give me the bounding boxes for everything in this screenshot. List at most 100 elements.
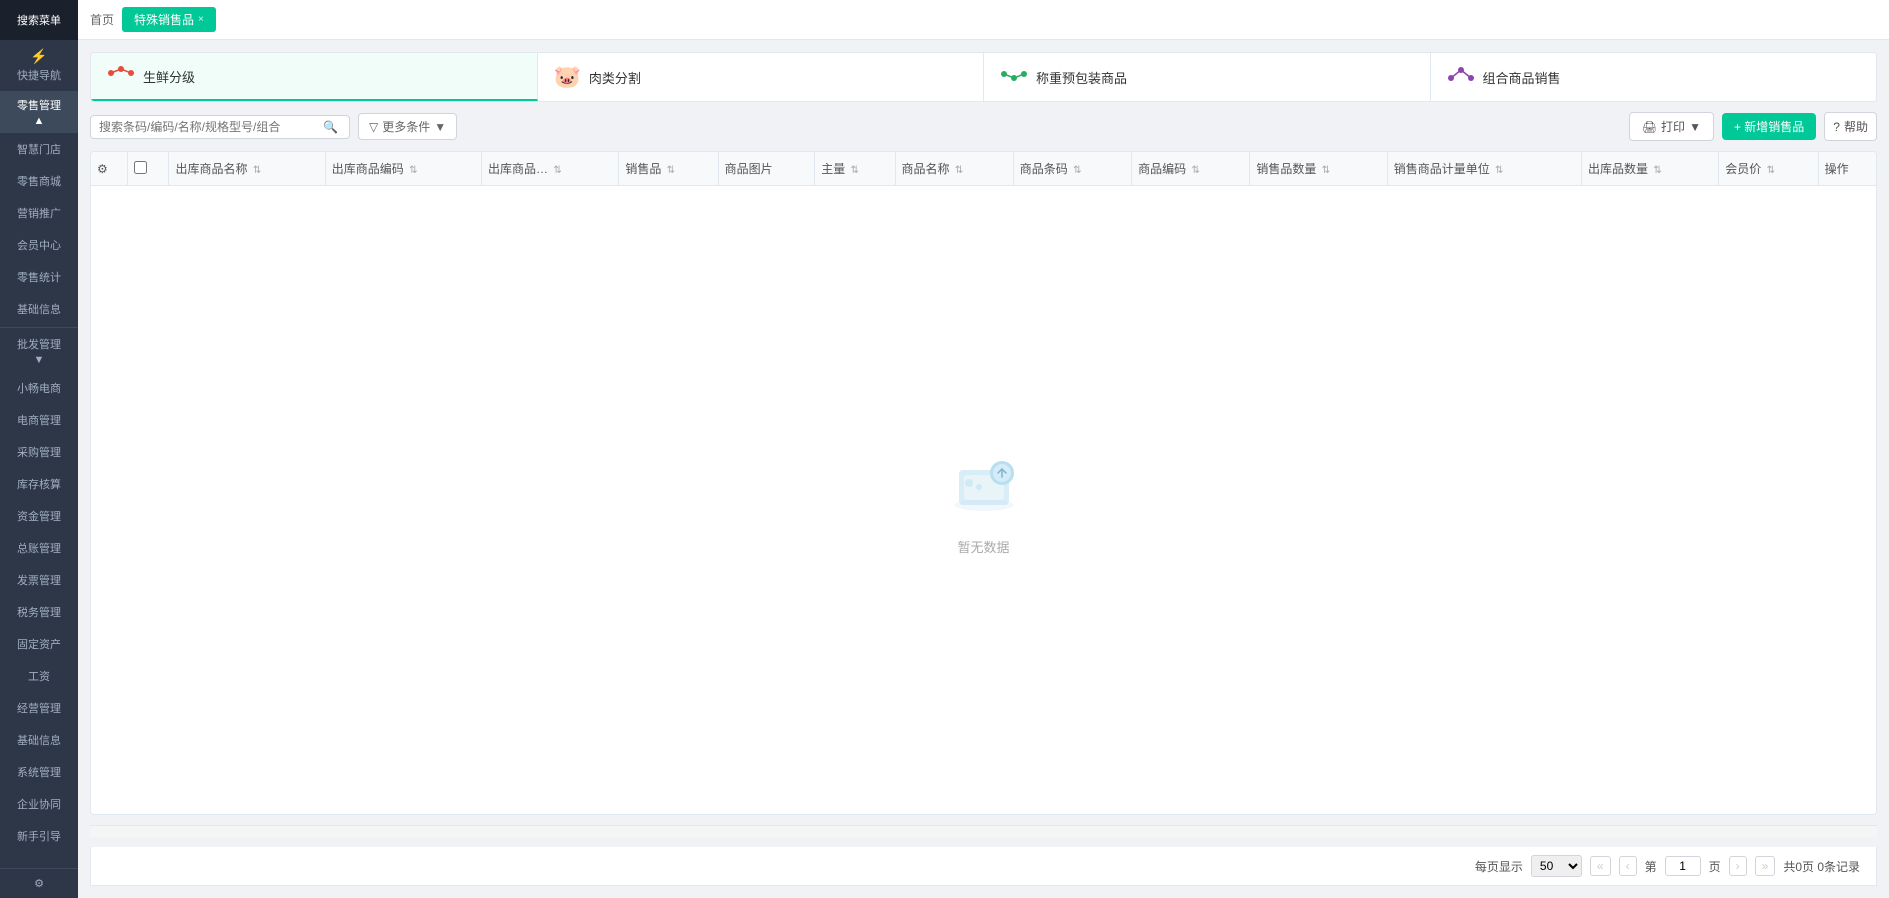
data-table: ⚙ 出库商品名称 ⇅ 出库商品编码 ⇅ [91,152,1876,186]
col-product-code[interactable]: 商品编码 ⇅ [1132,152,1250,186]
scale-prepack-label: 称重预包装商品 [1036,68,1127,87]
sidebar-item-enterprise[interactable]: 企业协同 [0,788,78,820]
col-sales-product-label: 销售品 [625,162,661,176]
sidebar-item-member-center[interactable]: 会员中心 [0,229,78,261]
sidebar-item-retail-mgmt[interactable]: 零售管理 ▲ [0,91,78,133]
sort-product-barcode-icon: ⇅ [1073,165,1081,176]
sidebar-divider-1 [0,327,78,328]
last-page-icon: » [1762,859,1769,873]
last-page-button[interactable]: » [1755,856,1776,876]
sidebar-item-retail-stats[interactable]: 零售统计 [0,261,78,293]
per-page-label: 每页显示 [1475,858,1523,875]
topbar-home[interactable]: 首页 [90,11,114,28]
help-button[interactable]: ? 帮助 [1824,112,1877,141]
select-all-checkbox[interactable] [134,161,147,174]
sidebar-item-finance[interactable]: 资金管理 [0,500,78,532]
page-input[interactable] [1665,856,1701,876]
member-center-label: 会员中心 [17,237,61,253]
empty-text: 暂无数据 [957,537,1009,556]
filter-icon: ▽ [369,120,378,134]
sort-out-product-name-icon: ⇅ [253,165,261,176]
col-operation: 操作 [1818,152,1876,186]
print-button[interactable]: 🖨 打印 ▼ [1629,112,1714,141]
scrollbar-area[interactable] [90,825,1877,837]
help-icon: ? [1833,120,1840,134]
meat-cut-label: 肉类分割 [589,68,641,87]
new-user-label: 新手引导 [17,828,61,844]
sidebar-item-wholesale-mgmt[interactable]: 批发管理 ▼ [0,330,78,372]
per-page-select[interactable]: 50 10 20 100 [1531,855,1582,877]
topbar-tab-label: 特殊销售品 [134,11,194,28]
basic-info2-label: 基础信息 [17,732,61,748]
print-icon: 🖨 [1642,120,1657,134]
tab-card-combo-sales[interactable]: 组合商品销售 [1431,53,1877,101]
first-page-button[interactable]: « [1590,856,1611,876]
next-page-button[interactable]: › [1729,856,1747,876]
col-sales-unit-label: 销售商品计量单位 [1394,162,1490,176]
page-label: 第 [1645,858,1657,875]
topbar-tab-close[interactable]: × [198,14,204,25]
sidebar-item-inventory[interactable]: 库存核算 [0,468,78,500]
sidebar-item-quick-nav[interactable]: ⚡ 快捷导航 [0,40,78,91]
search-input[interactable] [99,120,319,134]
sidebar-item-basic-info[interactable]: 基础信息 [0,293,78,325]
sidebar-item-smart-store[interactable]: 智慧门店 [0,133,78,165]
col-sales-product[interactable]: 销售品 ⇅ [619,152,718,186]
table-container: ⚙ 出库商品名称 ⇅ 出库商品编码 ⇅ [90,151,1877,815]
sidebar-item-purchase-mgmt[interactable]: 采购管理 [0,436,78,468]
col-settings[interactable]: ⚙ [91,152,128,186]
col-member-price[interactable]: 会员价 ⇅ [1719,152,1818,186]
search-icon[interactable]: 🔍 [323,120,338,134]
table-header-row: ⚙ 出库商品名称 ⇅ 出库商品编码 ⇅ [91,152,1876,186]
enterprise-label: 企业协同 [17,796,61,812]
sidebar-item-invoice-mgmt[interactable]: 发票管理 [0,564,78,596]
topbar-active-tab[interactable]: 特殊销售品 × [122,7,216,32]
sidebar-item-general-ledger[interactable]: 总账管理 [0,532,78,564]
sidebar-item-tax-mgmt[interactable]: 税务管理 [0,596,78,628]
sidebar-item-new-user[interactable]: 新手引导 [0,820,78,852]
sidebar-logo[interactable]: 搜索菜单 [0,0,78,40]
sidebar-item-settings[interactable]: ⚙ [0,869,78,898]
tab-card-fresh-grade[interactable]: 生鲜分级 [91,53,538,101]
col-product-name-label: 商品名称 [902,162,950,176]
col-member-price-label: 会员价 [1725,162,1761,176]
sidebar-item-retail-mall[interactable]: 零售商城 [0,165,78,197]
sidebar-item-fixed-assets[interactable]: 固定资产 [0,628,78,660]
col-sales-unit[interactable]: 销售商品计量单位 ⇅ [1387,152,1581,186]
tab-card-meat-cut[interactable]: 🐷 肉类分割 [538,53,985,101]
sidebar-item-system-mgmt[interactable]: 系统管理 [0,756,78,788]
combo-sales-label: 组合商品销售 [1483,68,1561,87]
tab-card-scale-prepack[interactable]: 称重预包装商品 [984,53,1431,101]
add-sales-button[interactable]: + 新增销售品 [1722,113,1816,140]
prev-page-button[interactable]: ‹ [1619,856,1637,876]
col-out-product-code[interactable]: 出库商品编码 ⇅ [325,152,481,186]
col-sales-qty-label: 销售品数量 [1256,162,1316,176]
col-checkbox[interactable] [128,152,169,186]
search-box[interactable]: 🔍 [90,115,350,139]
scrollbar-inner [90,826,1877,827]
sort-sales-product-icon: ⇅ [667,165,675,176]
sort-product-code-icon: ⇅ [1191,165,1199,176]
filter-button[interactable]: ▽ 更多条件 ▼ [358,113,457,140]
toolbar-right: 🖨 打印 ▼ + 新增销售品 ? 帮助 [1629,112,1877,141]
sidebar-bottom: ⚙ [0,868,78,898]
general-ledger-label: 总账管理 [17,540,61,556]
add-label: + 新增销售品 [1734,118,1804,135]
col-out-qty[interactable]: 出库品数量 ⇅ [1581,152,1718,186]
sidebar-item-ops-mgmt[interactable]: 经营管理 [0,692,78,724]
sidebar-item-payroll[interactable]: 工资 [0,660,78,692]
filter-label: 更多条件 [382,118,430,135]
col-product-name[interactable]: 商品名称 ⇅ [895,152,1013,186]
sidebar-item-marketing[interactable]: 营销推广 [0,197,78,229]
col-product-barcode[interactable]: 商品条码 ⇅ [1013,152,1131,186]
sidebar-item-ecom-mgmt[interactable]: 电商管理 [0,404,78,436]
sidebar-item-mini-ecom[interactable]: 小畅电商 [0,372,78,404]
wholesale-mgmt-label: 批发管理 [17,336,61,352]
sidebar-item-basic-info2[interactable]: 基础信息 [0,724,78,756]
col-main-weight[interactable]: 主量 ⇅ [815,152,895,186]
topbar: 首页 特殊销售品 × [78,0,1889,40]
col-out-product-x[interactable]: 出库商品… ⇅ [482,152,619,186]
col-out-product-x-label: 出库商品… [488,162,548,176]
col-sales-qty[interactable]: 销售品数量 ⇅ [1250,152,1387,186]
col-out-product-name[interactable]: 出库商品名称 ⇅ [169,152,325,186]
